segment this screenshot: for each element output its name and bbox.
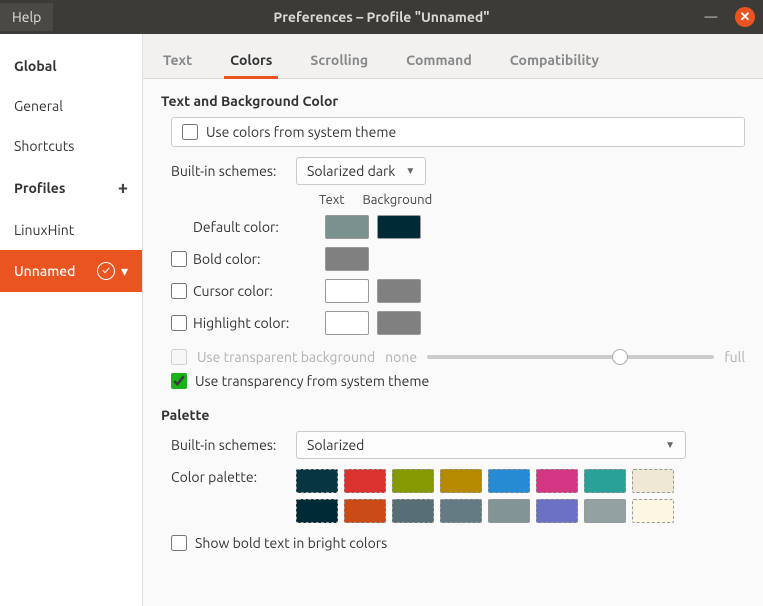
palette-color-7[interactable] [632,469,674,493]
default-text-color-button[interactable] [325,215,369,239]
palette-scheme-dropdown[interactable]: Solarized ▼ [296,431,686,459]
use-system-transparency-label: Use transparency from system theme [195,373,429,389]
close-icon[interactable]: ✕ [735,7,755,27]
sidebar-global[interactable]: Global [0,46,142,86]
sidebar-profile-unnamed[interactable]: Unnamed ✓ ▾ [0,250,142,292]
palette-color-9[interactable] [344,499,386,523]
highlight-bg-color-button[interactable] [377,311,421,335]
show-bold-bright-label: Show bold text in bright colors [195,535,387,551]
palette-color-2[interactable] [392,469,434,493]
palette-color-12[interactable] [488,499,530,523]
cursor-fg-color-button[interactable] [325,279,369,303]
sidebar-profiles-label: Profiles [14,180,65,196]
default-color-label: Default color: [193,219,325,235]
sidebar: Global General Shortcuts Profiles + Linu… [0,34,143,606]
transparent-bg-label: Use transparent background [197,349,375,365]
transparent-bg-checkbox [171,349,187,365]
palette-color-11[interactable] [440,499,482,523]
highlight-color-label: Highlight color: [193,315,325,331]
cursor-color-checkbox[interactable] [171,283,187,299]
slider-none-label: none [385,349,417,365]
palette-scheme-value: Solarized [307,437,364,453]
tab-compatibility[interactable]: Compatibility [506,46,603,78]
tab-command[interactable]: Command [402,46,476,78]
chevron-down-icon: ▼ [665,439,675,451]
sidebar-profiles-header[interactable]: Profiles + [0,166,142,210]
use-system-colors-checkbox[interactable]: Use colors from system theme [171,117,745,147]
palette-color-14[interactable] [584,499,626,523]
palette-color-6[interactable] [584,469,626,493]
palette-color-13[interactable] [536,499,578,523]
palette-color-15[interactable] [632,499,674,523]
slider-thumb [612,349,628,365]
default-bg-color-button[interactable] [377,215,421,239]
section-text-bg-title: Text and Background Color [161,93,745,109]
bold-color-button[interactable] [325,247,369,271]
tab-scrolling[interactable]: Scrolling [306,46,372,78]
title-bar: Help Preferences – Profile "Unnamed" — ✕ [0,0,763,34]
palette-color-4[interactable] [488,469,530,493]
builtin-schemes-label: Built-in schemes: [171,163,296,179]
menu-help[interactable]: Help [0,3,53,31]
cursor-bg-color-button[interactable] [377,279,421,303]
tab-colors[interactable]: Colors [226,46,276,78]
window-title: Preferences – Profile "Unnamed" [273,9,489,25]
palette-color-8[interactable] [296,499,338,523]
minimize-icon[interactable]: — [701,7,721,27]
sidebar-profile-linuxhint[interactable]: LinuxHint [0,210,142,250]
sidebar-shortcuts[interactable]: Shortcuts [0,126,142,166]
use-system-colors-label: Use colors from system theme [206,124,396,140]
bold-color-label: Bold color: [193,251,325,267]
profile-menu-caret-icon[interactable]: ▾ [121,263,128,280]
add-profile-icon[interactable]: + [118,178,128,198]
cursor-color-label: Cursor color: [193,283,325,299]
use-system-transparency-checkbox[interactable] [171,373,187,389]
transparency-slider [427,355,714,359]
highlight-fg-color-button[interactable] [325,311,369,335]
builtin-scheme-value: Solarized dark [307,163,395,179]
column-text-header: Text [319,193,344,207]
palette-color-5[interactable] [536,469,578,493]
tab-bar: Text Colors Scrolling Command Compatibil… [143,34,763,79]
bold-color-checkbox[interactable] [171,251,187,267]
palette-builtin-label: Built-in schemes: [171,437,296,453]
highlight-color-checkbox[interactable] [171,315,187,331]
show-bold-bright-checkbox[interactable] [171,535,187,551]
section-palette-title: Palette [161,407,745,423]
sidebar-profile-unnamed-label: Unnamed [14,263,75,279]
palette-grid [296,469,696,523]
palette-color-0[interactable] [296,469,338,493]
palette-color-3[interactable] [440,469,482,493]
column-bg-header: Background [362,193,432,207]
active-profile-check-icon: ✓ [97,262,115,280]
tab-text[interactable]: Text [159,46,196,78]
color-palette-label: Color palette: [171,469,296,485]
use-system-colors-input[interactable] [182,124,198,140]
palette-color-10[interactable] [392,499,434,523]
slider-full-label: full [724,349,745,365]
chevron-down-icon: ▼ [405,165,415,177]
palette-color-1[interactable] [344,469,386,493]
builtin-scheme-dropdown[interactable]: Solarized dark ▼ [296,157,426,185]
sidebar-general[interactable]: General [0,86,142,126]
